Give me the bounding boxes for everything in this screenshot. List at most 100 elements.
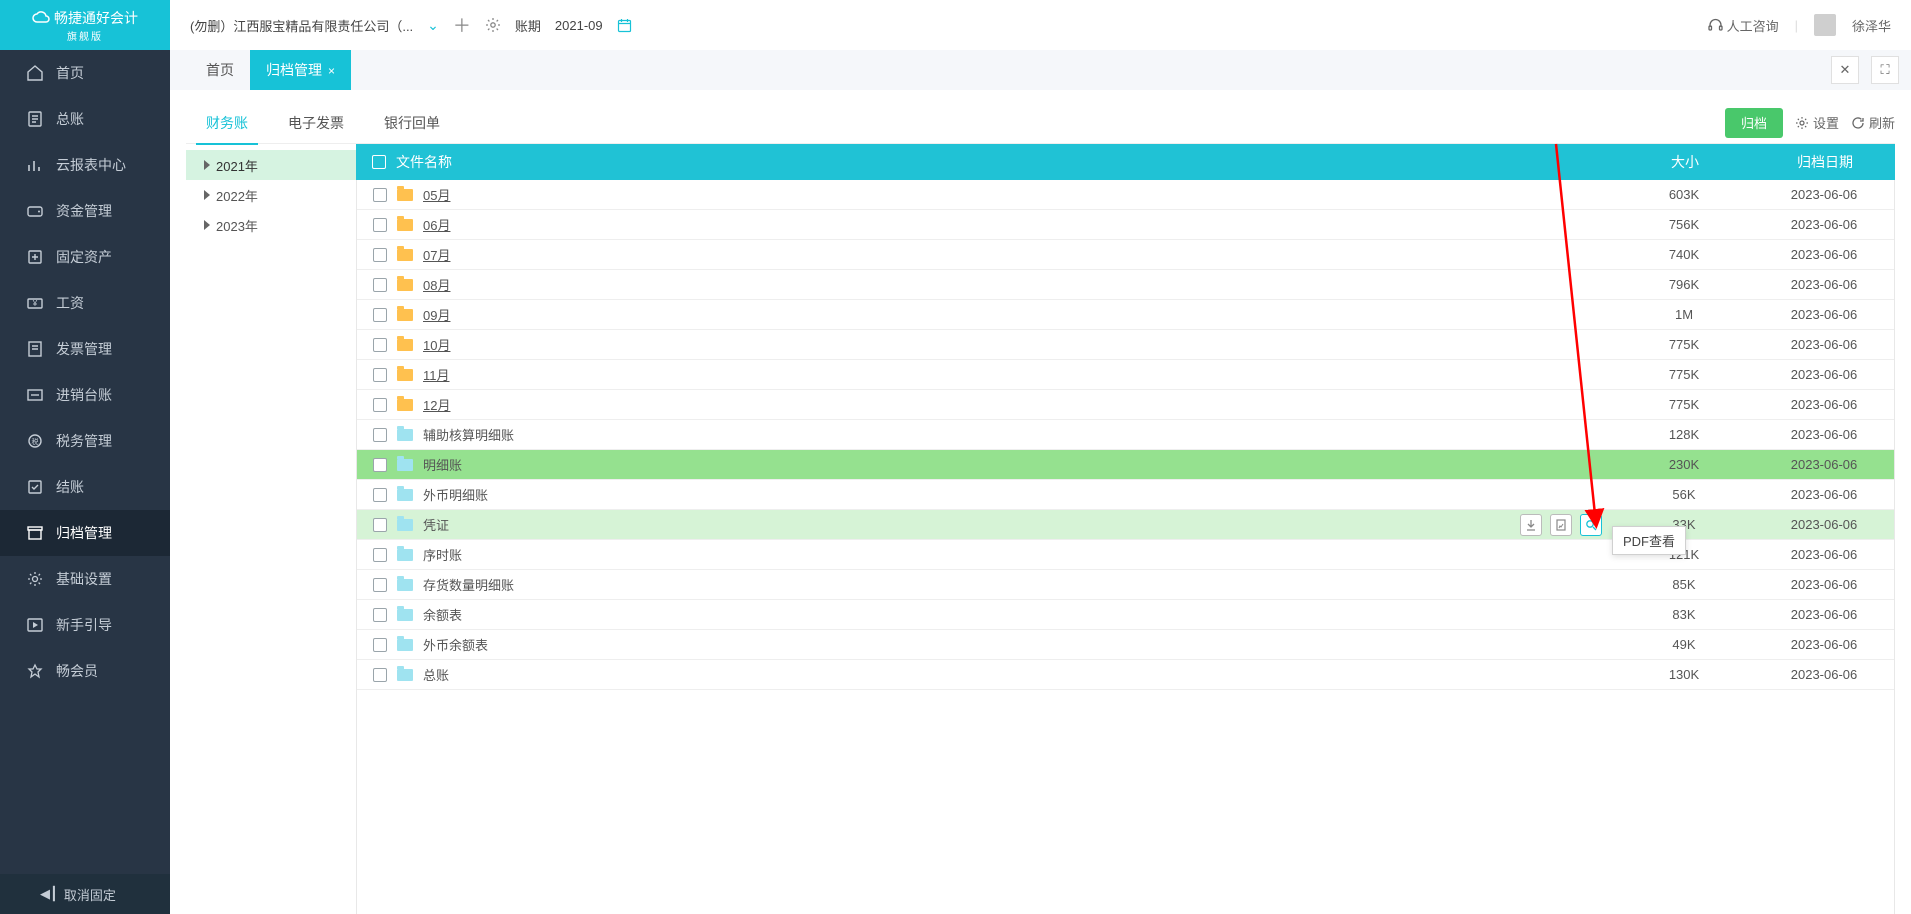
page-tab[interactable]: 归档管理× — [250, 50, 351, 90]
file-name[interactable]: 06月 — [423, 215, 450, 234]
refresh-button[interactable]: 刷新 — [1851, 113, 1895, 132]
year-item[interactable]: 2022年 — [186, 180, 356, 210]
year-item[interactable]: 2021年 — [186, 150, 356, 180]
topbar: (勿删）江西服宝精品有限责任公司（... ⌄ ＋ 账期 2021-09 人工咨询… — [170, 0, 1911, 50]
subtab[interactable]: 财务账 — [186, 102, 268, 144]
fullscreen-button[interactable]: ⛶ — [1871, 56, 1899, 84]
sidebar-item-chart[interactable]: 云报表中心 — [0, 142, 170, 188]
row-checkbox[interactable] — [373, 368, 387, 382]
consult-button[interactable]: 人工咨询 — [1708, 16, 1779, 35]
subtab[interactable]: 银行回单 — [364, 102, 460, 144]
sidebar-item-close[interactable]: 结账 — [0, 464, 170, 510]
table-row[interactable]: 存货数量明细账85K2023-06-06 — [357, 570, 1894, 600]
sidebar-item-archive[interactable]: 归档管理 — [0, 510, 170, 556]
sidebar-item-asset[interactable]: 固定资产 — [0, 234, 170, 280]
close-tab-button[interactable]: ✕ — [1831, 56, 1859, 84]
sidebar-item-ledger[interactable]: 总账 — [0, 96, 170, 142]
calendar-icon[interactable] — [617, 18, 632, 33]
table-row[interactable]: 10月775K2023-06-06 — [357, 330, 1894, 360]
row-checkbox[interactable] — [373, 188, 387, 202]
page-tab[interactable]: 首页 — [190, 50, 250, 90]
file-name[interactable]: 12月 — [423, 395, 450, 414]
row-checkbox[interactable] — [373, 248, 387, 262]
chevron-down-icon[interactable]: ⌄ — [427, 17, 439, 34]
logo[interactable]: 畅捷通好会计 旗舰版 — [0, 0, 170, 50]
table-row[interactable]: 12月775K2023-06-06 — [357, 390, 1894, 420]
close-icon[interactable]: × — [328, 64, 335, 78]
archive-date: 2023-06-06 — [1754, 517, 1894, 532]
table-row[interactable]: 总账130K2023-06-06 — [357, 660, 1894, 690]
row-checkbox[interactable] — [373, 518, 387, 532]
folder-icon — [397, 609, 413, 621]
row-checkbox[interactable] — [373, 428, 387, 442]
pdf-view-button[interactable] — [1580, 514, 1602, 536]
sidebar-item-home[interactable]: 首页 — [0, 50, 170, 96]
archive-button[interactable]: 归档 — [1725, 108, 1783, 138]
row-checkbox[interactable] — [373, 458, 387, 472]
caret-right-icon — [204, 190, 210, 200]
user-name[interactable]: 徐泽华 — [1852, 16, 1891, 35]
archive-date: 2023-06-06 — [1754, 247, 1894, 262]
archive-date: 2023-06-06 — [1754, 277, 1894, 292]
unpin-button[interactable]: ◀┃ 取消固定 — [0, 874, 170, 914]
wallet-icon — [26, 202, 44, 220]
file-name[interactable]: 11月 — [423, 365, 450, 384]
sidebar-item-wallet[interactable]: 资金管理 — [0, 188, 170, 234]
sidebar-item-inout[interactable]: 进销台账 — [0, 372, 170, 418]
table-row[interactable]: 外币余额表49K2023-06-06 — [357, 630, 1894, 660]
sidebar-item-gear[interactable]: 基础设置 — [0, 556, 170, 602]
file-name[interactable]: 10月 — [423, 335, 450, 354]
select-all-checkbox[interactable] — [372, 155, 386, 169]
table-row[interactable]: 辅助核算明细账128K2023-06-06 — [357, 420, 1894, 450]
table-row[interactable]: 06月756K2023-06-06 — [357, 210, 1894, 240]
row-checkbox[interactable] — [373, 608, 387, 622]
row-checkbox[interactable] — [373, 218, 387, 232]
sidebar-item-invoice[interactable]: 发票管理 — [0, 326, 170, 372]
row-checkbox[interactable] — [373, 398, 387, 412]
year-item[interactable]: 2023年 — [186, 210, 356, 240]
company-selector[interactable]: (勿删）江西服宝精品有限责任公司（... — [190, 16, 413, 35]
table-row[interactable]: 07月740K2023-06-06 — [357, 240, 1894, 270]
file-name[interactable]: 05月 — [423, 185, 450, 204]
file-size: 1M — [1614, 307, 1754, 322]
folder-icon — [397, 399, 413, 411]
row-checkbox[interactable] — [373, 308, 387, 322]
row-checkbox[interactable] — [373, 578, 387, 592]
file-name[interactable]: 09月 — [423, 305, 450, 324]
table-row[interactable]: 明细账230K2023-06-06 — [357, 450, 1894, 480]
period-label: 账期 — [515, 16, 541, 35]
table-row[interactable]: 11月775K2023-06-06 — [357, 360, 1894, 390]
period-value[interactable]: 2021-09 — [555, 18, 603, 33]
row-checkbox[interactable] — [373, 668, 387, 682]
sidebar-item-tax[interactable]: 税税务管理 — [0, 418, 170, 464]
subtab[interactable]: 电子发票 — [268, 102, 364, 144]
row-checkbox[interactable] — [373, 278, 387, 292]
row-checkbox[interactable] — [373, 338, 387, 352]
sidebar-item-member[interactable]: 畅会员 — [0, 648, 170, 694]
add-company-button[interactable]: ＋ — [453, 12, 471, 38]
file-name: 凭证 — [423, 515, 449, 534]
table-row[interactable]: 外币明细账56K2023-06-06 — [357, 480, 1894, 510]
folder-icon — [397, 579, 413, 591]
archive-date: 2023-06-06 — [1754, 607, 1894, 622]
row-checkbox[interactable] — [373, 638, 387, 652]
play-icon — [26, 616, 44, 634]
download-button[interactable] — [1520, 514, 1542, 536]
archive-date: 2023-06-06 — [1754, 337, 1894, 352]
company-settings-icon[interactable] — [485, 17, 501, 33]
sidebar-item-label: 总账 — [56, 109, 84, 129]
archive-icon — [26, 524, 44, 542]
row-checkbox[interactable] — [373, 488, 387, 502]
table-row[interactable]: 05月603K2023-06-06 — [357, 180, 1894, 210]
row-checkbox[interactable] — [373, 548, 387, 562]
avatar[interactable] — [1814, 14, 1836, 36]
file-name[interactable]: 08月 — [423, 275, 450, 294]
file-name[interactable]: 07月 — [423, 245, 450, 264]
table-row[interactable]: 余额表83K2023-06-06 — [357, 600, 1894, 630]
pdf-export-button[interactable] — [1550, 514, 1572, 536]
sidebar-item-salary[interactable]: ¥工资 — [0, 280, 170, 326]
table-row[interactable]: 09月1M2023-06-06 — [357, 300, 1894, 330]
settings-button[interactable]: 设置 — [1795, 113, 1839, 132]
sidebar-item-play[interactable]: 新手引导 — [0, 602, 170, 648]
table-row[interactable]: 08月796K2023-06-06 — [357, 270, 1894, 300]
